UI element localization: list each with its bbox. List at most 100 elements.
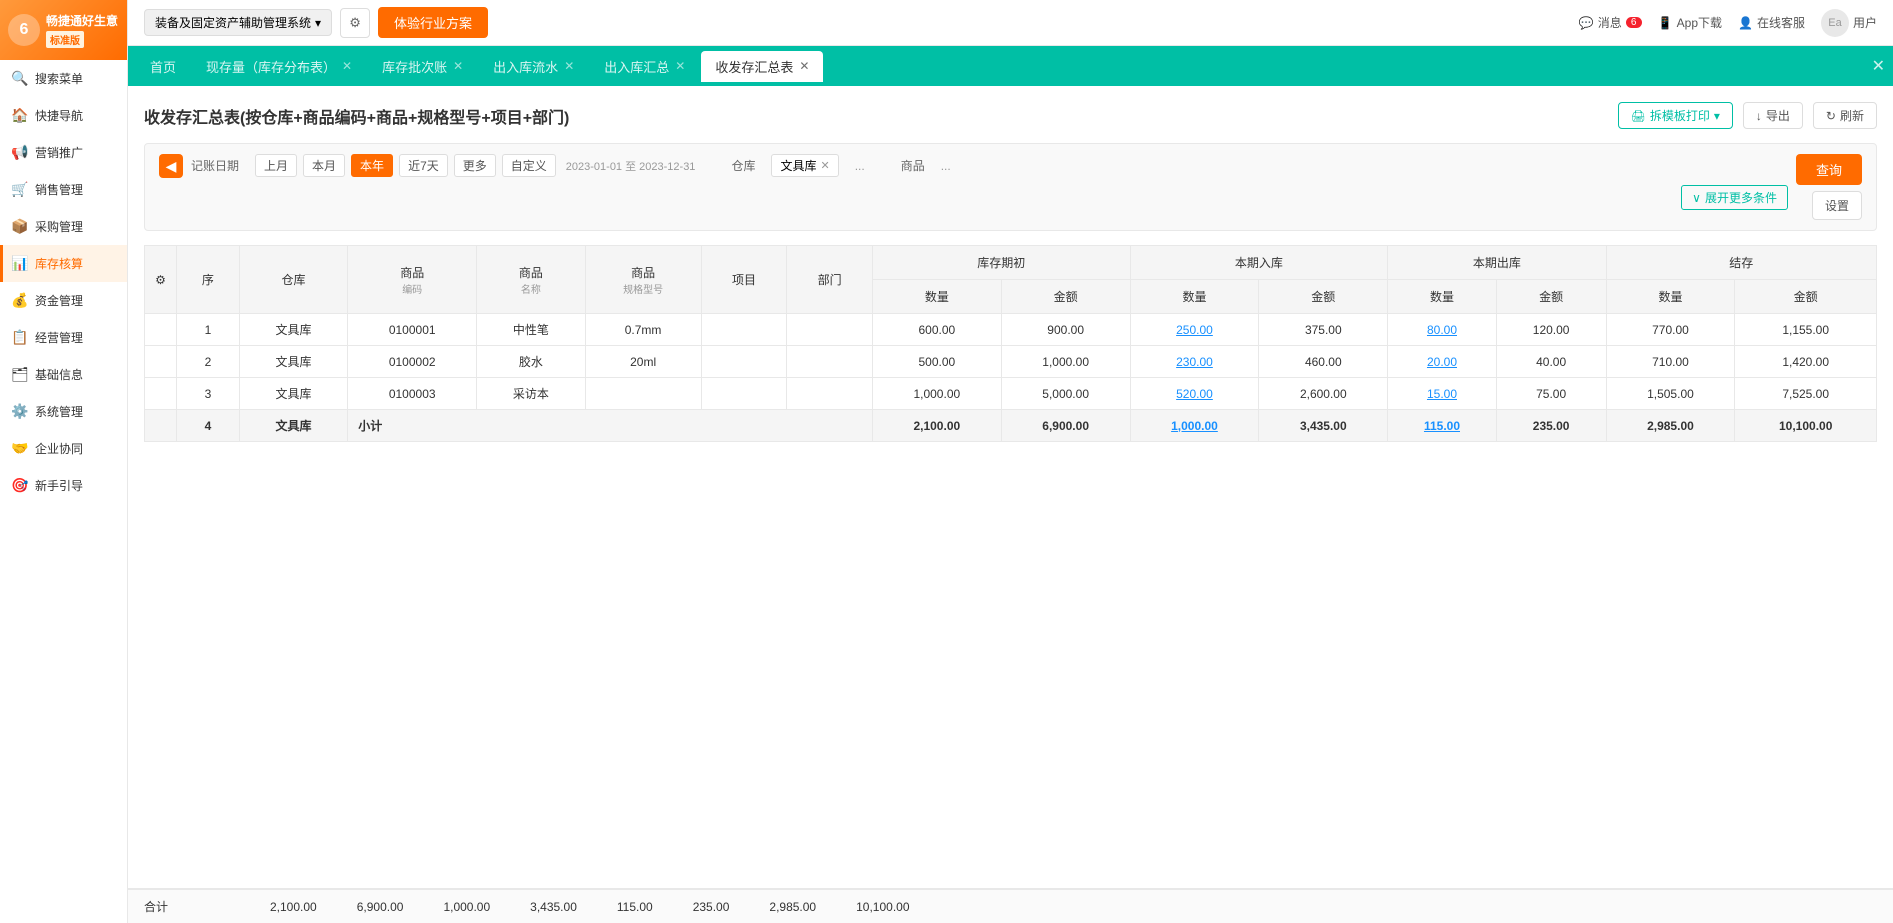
- col-no-header: 序: [177, 246, 240, 314]
- total-in-qty: 1,000.00: [443, 900, 490, 914]
- finance-icon: 💰: [11, 292, 29, 309]
- system-dropdown[interactable]: 装备及固定资产辅助管理系统 ▾: [144, 9, 332, 36]
- date-range-text: 2023-01-01 至 2023-12-31: [566, 158, 696, 174]
- sidebar-item-marketing[interactable]: 📢 营销推广: [0, 134, 127, 171]
- basic-info-icon: 🗂: [11, 366, 29, 383]
- print-icon: 🖨: [1631, 109, 1646, 123]
- operation-icon: 📋: [11, 329, 29, 346]
- total-label: 合计: [144, 898, 224, 915]
- sidebar-item-purchase[interactable]: 📦 采购管理: [0, 208, 127, 245]
- col-in-amt-header: 金额: [1259, 280, 1388, 314]
- date-options: 上月 本月 本年 近7天 更多 自定义 2023-01-01 至 2023-12…: [255, 154, 695, 177]
- goods-more[interactable]: ...: [941, 159, 951, 173]
- service-icon: 👤: [1738, 16, 1753, 30]
- sidebar-item-label: 企业协同: [35, 440, 83, 457]
- filter-row-1: 记账日期 上月 本月 本年 近7天 更多 自定义 2023-01-01 至 20…: [191, 154, 1788, 177]
- sidebar-item-finance[interactable]: 💰资金管理: [0, 282, 127, 319]
- sidebar-item-search[interactable]: 🔍搜索菜单: [0, 60, 127, 97]
- sidebar: 6 畅捷通好生意 标准版 🔍搜索菜单🏠快捷导航📢营销推广🛒销售管理📦采购管理📊库…: [0, 0, 128, 923]
- sidebar-item-sales[interactable]: 🛒 销售管理: [0, 171, 127, 208]
- app-download-item[interactable]: 📱 App下载: [1658, 14, 1722, 31]
- query-button[interactable]: 查询: [1796, 154, 1862, 185]
- date-btn-last-month[interactable]: 上月: [255, 154, 297, 177]
- col-opening-qty-header: 数量: [872, 280, 1001, 314]
- total-balance-qty: 2,985.00: [769, 900, 816, 914]
- date-btn-this-month[interactable]: 本月: [303, 154, 345, 177]
- user-item[interactable]: Ea 用户: [1821, 9, 1877, 37]
- date-label: 记账日期: [191, 157, 239, 174]
- date-btn-this-year[interactable]: 本年: [351, 154, 393, 177]
- print-button[interactable]: 🖨 拆模板打印 ▾: [1618, 102, 1733, 129]
- message-item[interactable]: 💬 消息 6: [1579, 14, 1642, 31]
- tab-batch-account[interactable]: 库存批次账 ✕: [368, 51, 477, 82]
- tab-close-batch-account[interactable]: ✕: [453, 59, 463, 73]
- sidebar-item-label: 销售管理: [35, 181, 83, 198]
- col-settings-header[interactable]: ⚙: [145, 246, 177, 314]
- refresh-button[interactable]: ↻ 刷新: [1813, 102, 1877, 129]
- tab-close-stock-summary[interactable]: ✕: [799, 59, 809, 73]
- tab-label: 出入库汇总: [604, 57, 669, 76]
- sales-icon: 🛒: [11, 181, 29, 198]
- tab-close-inventory-dist[interactable]: ✕: [342, 59, 352, 73]
- tab-stock-summary[interactable]: 收发存汇总表 ✕: [701, 51, 823, 82]
- sidebar-item-label: 新手引导: [35, 477, 83, 494]
- sidebar-item-newbie[interactable]: 🎯新手引导: [0, 467, 127, 504]
- export-button[interactable]: ↓ 导出: [1743, 102, 1803, 129]
- sidebar-item-system[interactable]: ⚙️ 系统管理: [0, 393, 127, 430]
- col-out-header: 本期出库: [1388, 246, 1606, 280]
- filter-actions: 查询 设置: [1796, 154, 1862, 220]
- tab-label: 收发存汇总表: [715, 57, 793, 76]
- total-opening-qty: 2,100.00: [264, 900, 317, 914]
- search-icon: 🔍: [11, 70, 29, 87]
- experience-button[interactable]: 体验行业方案: [378, 7, 488, 38]
- sidebar-item-enterprise[interactable]: 🤝企业协同: [0, 430, 127, 467]
- date-btn-more[interactable]: 更多: [454, 154, 496, 177]
- col-balance-qty-header: 数量: [1606, 280, 1735, 314]
- expand-icon: ∨: [1692, 191, 1701, 205]
- table-row: 1 文具库 0100001 中性笔 0.7mm 600.00 900.00 25…: [145, 314, 1877, 346]
- marketing-icon: 📢: [11, 144, 29, 161]
- total-balance-amt: 10,100.00: [856, 900, 909, 914]
- warehouse-more[interactable]: ...: [855, 159, 865, 173]
- top-header: 装备及固定资产辅助管理系统 ▾ ⚙ 体验行业方案 💬 消息 6 📱 App下载 …: [128, 0, 1893, 46]
- chevron-down-icon: ▾: [1714, 109, 1720, 123]
- logo-icon: 6: [8, 14, 40, 46]
- sidebar-item-label: 采购管理: [35, 218, 83, 235]
- logo-text: 畅捷通好生意: [46, 12, 118, 29]
- purchase-icon: 📦: [11, 218, 29, 235]
- tab-bar-close[interactable]: ✕: [1872, 56, 1885, 76]
- sidebar-item-label: 系统管理: [35, 403, 83, 420]
- system-icon: ⚙️: [11, 403, 29, 420]
- column-settings-button[interactable]: 设置: [1812, 191, 1862, 220]
- online-service-item[interactable]: 👤 在线客服: [1738, 14, 1805, 31]
- page-title-row: 收发存汇总表(按仓库+商品编码+商品+规格型号+项目+部门) 🖨 拆模板打印 ▾…: [144, 102, 1877, 129]
- sidebar-item-inventory[interactable]: 📊 库存核算: [0, 245, 127, 282]
- tab-home[interactable]: 首页: [136, 51, 190, 82]
- filter-row-2: ∨ 展开更多条件: [191, 185, 1788, 210]
- warehouse-tag[interactable]: 文具库 ✕: [771, 154, 838, 177]
- tab-label: 库存批次账: [382, 57, 447, 76]
- gear-button[interactable]: ⚙: [340, 8, 370, 38]
- total-in-amt: 3,435.00: [530, 900, 577, 914]
- date-btn-custom[interactable]: 自定义: [502, 154, 556, 177]
- tab-inout-flow[interactable]: 出入库流水✕: [479, 51, 588, 82]
- inventory-icon: 📊: [11, 255, 29, 272]
- tab-close-inout-summary[interactable]: ✕: [675, 59, 685, 73]
- tab-inout-summary[interactable]: 出入库汇总 ✕: [590, 51, 699, 82]
- col-goodscode-header: 商品编码: [348, 246, 477, 314]
- filter-toggle-button[interactable]: ◀: [159, 154, 183, 178]
- sidebar-item-quick-nav[interactable]: 🏠快捷导航: [0, 97, 127, 134]
- tab-inventory-dist[interactable]: 现存量（库存分布表）✕: [192, 51, 366, 82]
- sidebar-item-basic-info[interactable]: 🗂基础信息: [0, 356, 127, 393]
- sidebar-item-operation[interactable]: 📋经营管理: [0, 319, 127, 356]
- tab-close-inout-flow[interactable]: ✕: [564, 59, 574, 73]
- sidebar-item-label: 库存核算: [35, 255, 83, 272]
- col-balance-header: 结存: [1606, 246, 1876, 280]
- sidebar-item-label: 营销推广: [35, 144, 83, 161]
- expand-conditions-button[interactable]: ∨ 展开更多条件: [1681, 185, 1788, 210]
- title-actions: 🖨 拆模板打印 ▾ ↓ 导出 ↻ 刷新: [1618, 102, 1877, 129]
- page-area: 收发存汇总表(按仓库+商品编码+商品+规格型号+项目+部门) 🖨 拆模板打印 ▾…: [128, 86, 1893, 888]
- col-in-qty-header: 数量: [1130, 280, 1259, 314]
- warehouse-tag-close[interactable]: ✕: [820, 159, 829, 172]
- date-btn-7days[interactable]: 近7天: [399, 154, 448, 177]
